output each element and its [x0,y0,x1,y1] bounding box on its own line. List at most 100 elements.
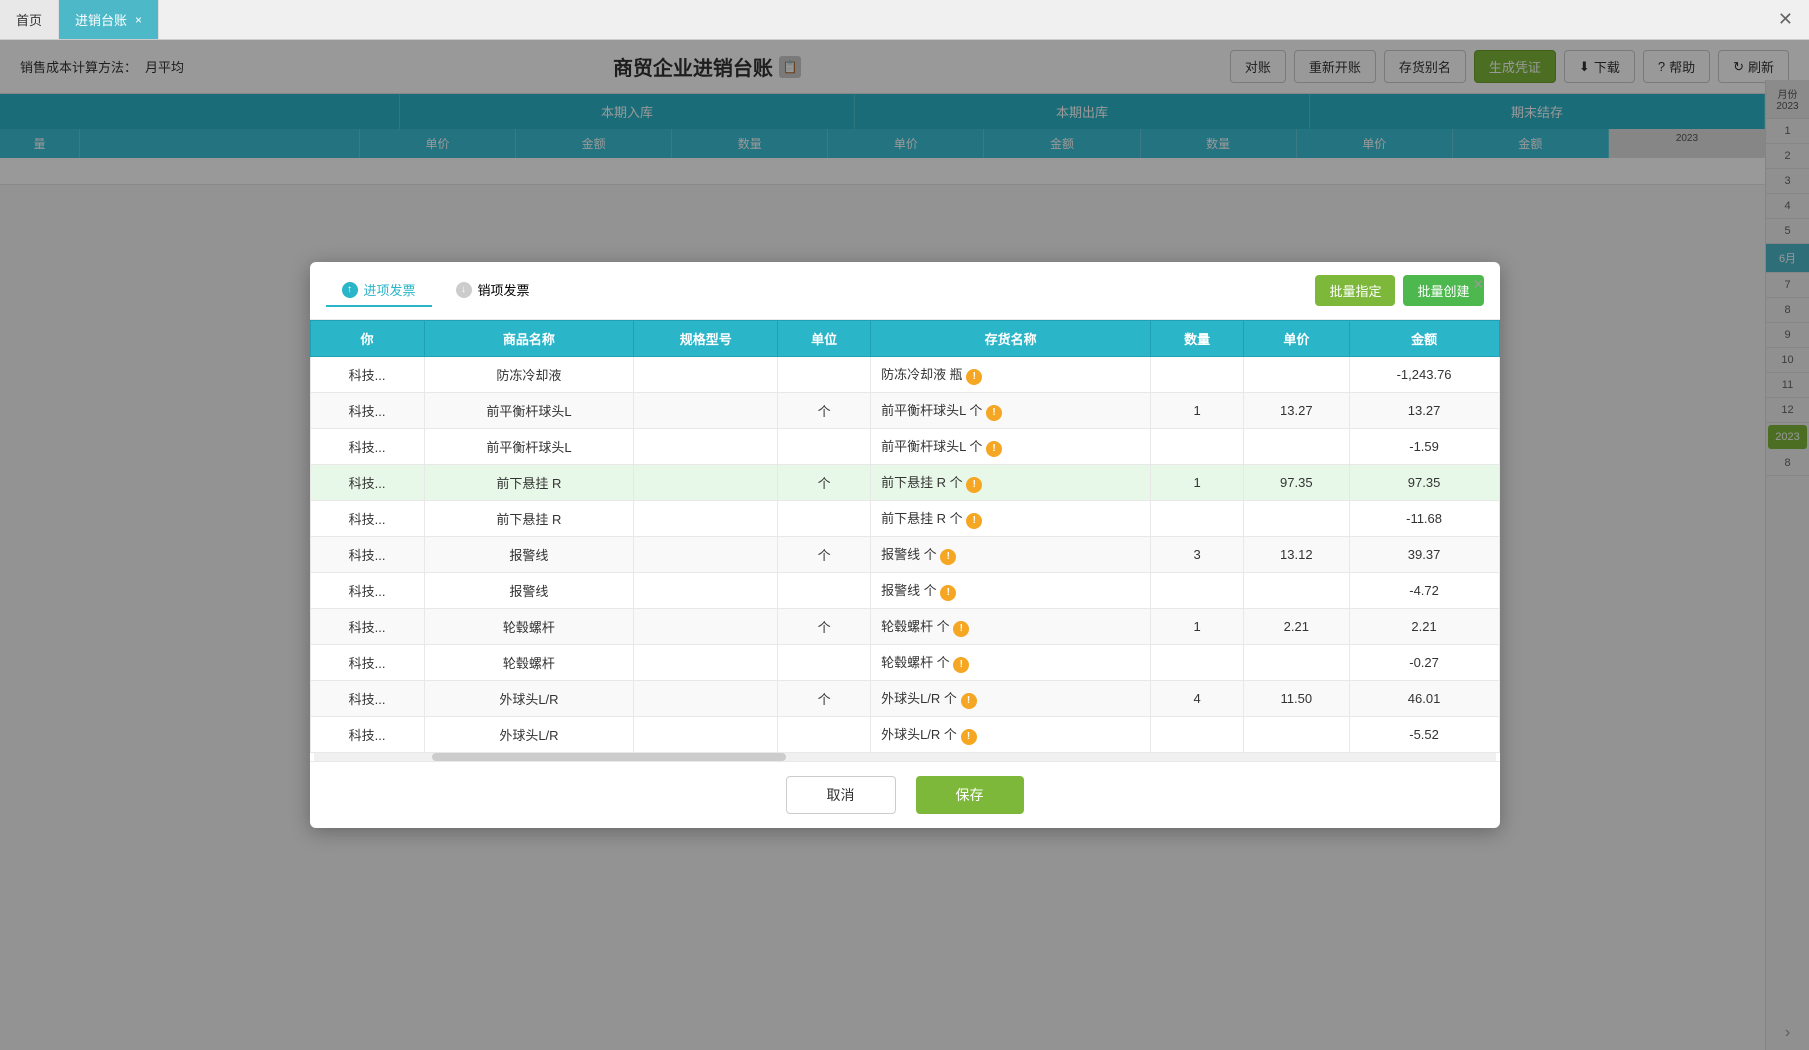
cell-inventory: 前平衡杆球头L 个 ! [871,393,1151,429]
cell-spec [634,573,778,609]
table-row[interactable]: 科技...轮毂螺杆个轮毂螺杆 个 !12.212.21 [310,609,1499,645]
cell-amount: -0.27 [1349,645,1499,681]
cell-qty [1151,429,1244,465]
table-row[interactable]: 科技...前下悬挂 R前下悬挂 R 个 !-11.68 [310,501,1499,537]
cell-inventory: 轮毂螺杆 个 ! [871,609,1151,645]
th-qty: 数量 [1151,321,1244,357]
purchase-tab-icon: ↑ [342,282,358,298]
cell-supplier: 科技... [310,537,424,573]
cell-unit [778,573,871,609]
tab-home[interactable]: 首页 [0,0,59,39]
modal-footer: 取消 保存 [310,761,1500,828]
table-row[interactable]: 科技...轮毂螺杆 轮毂螺杆 个 ! -0.27 [310,645,1499,681]
cell-price [1244,357,1350,393]
cell-unit [778,429,871,465]
modal-header: ↑ 进项发票 ↓ 销项发票 批量指定 批量创建 × [310,262,1500,320]
cell-unit: 个 [778,537,871,573]
cell-unit: 个 [778,393,871,429]
cell-qty: 1 [1151,609,1244,645]
table-row[interactable]: 科技...防冻冷却液防冻冷却液 瓶 !-1,243.76 [310,357,1499,393]
cell-amount: 97.35 [1349,465,1499,501]
modal-tab-purchase[interactable]: ↑ 进项发票 [326,274,432,307]
cell-inventory: 外球头L/R 个 ! [871,717,1151,753]
cell-spec [634,537,778,573]
cell-product: 防冻冷却液 [424,357,634,393]
th-inventory: 存货名称 [871,321,1151,357]
inventory-name: 报警线 个 [881,547,937,562]
tab-journal[interactable]: 进销台账 × [59,0,159,39]
cell-supplier: 科技... [310,573,424,609]
table-row[interactable]: 科技...前平衡杆球头L前平衡杆球头L 个 !-1.59 [310,429,1499,465]
table-row[interactable]: 科技...报警线个报警线 个 !313.1239.37 [310,537,1499,573]
cell-amount: 2.21 [1349,609,1499,645]
cell-unit [778,357,871,393]
main-content: 销售成本计算方法： 月平均 商贸企业进销台账 📋 对账 重新开账 存货别名 生成… [0,40,1809,1050]
scrollbar-thumb[interactable] [432,753,787,761]
cell-spec [634,645,778,681]
warn-icon: ! [953,657,969,673]
inventory-name: 前下悬挂 R 个 [881,475,963,490]
modal-close-button[interactable]: × [1473,274,1484,295]
sales-tab-label: 销项发票 [478,280,530,299]
cell-spec [634,393,778,429]
cell-price [1244,717,1350,753]
purchase-tab-label: 进项发票 [364,280,416,299]
table-row[interactable]: 科技...前平衡杆球头L个前平衡杆球头L 个 !113.2713.27 [310,393,1499,429]
warn-icon: ! [961,693,977,709]
cell-price [1244,573,1350,609]
save-button[interactable]: 保存 [916,776,1024,814]
table-row[interactable]: 科技...外球头L/R个外球头L/R 个 !411.5046.01 [310,681,1499,717]
cell-inventory: 前下悬挂 R 个 ! [871,501,1151,537]
cell-unit [778,717,871,753]
inventory-name: 外球头L/R 个 [881,727,957,742]
invoice-table: 你 商品名称 规格型号 单位 存货名称 数量 单价 金额 科技...防冻冷却液防… [310,320,1500,753]
cell-product: 报警线 [424,573,634,609]
tab-home-label: 首页 [16,10,42,29]
cell-amount: -5.52 [1349,717,1499,753]
inventory-name: 前平衡杆球头L 个 [881,439,982,454]
cell-supplier: 科技... [310,501,424,537]
cell-supplier: 科技... [310,465,424,501]
th-spec: 规格型号 [634,321,778,357]
inventory-name: 轮毂螺杆 个 [881,655,950,670]
modal-tab-sales[interactable]: ↓ 销项发票 [440,274,546,307]
cell-supplier: 科技... [310,357,424,393]
cell-price: 2.21 [1244,609,1350,645]
batch-create-button[interactable]: 批量创建 [1403,275,1483,306]
cell-product: 外球头L/R [424,717,634,753]
table-row[interactable]: 科技...前下悬挂 R个前下悬挂 R 个 !197.3597.35 [310,465,1499,501]
batch-assign-button[interactable]: 批量指定 [1315,275,1395,306]
cell-qty [1151,501,1244,537]
cell-product: 前下悬挂 R [424,465,634,501]
tab-journal-close[interactable]: × [135,13,142,27]
warn-icon: ! [966,369,982,385]
horizontal-scrollbar[interactable] [314,753,1496,761]
cell-supplier: 科技... [310,609,424,645]
cell-product: 轮毂螺杆 [424,645,634,681]
cell-unit: 个 [778,609,871,645]
modal-table-wrapper: 你 商品名称 规格型号 单位 存货名称 数量 单价 金额 科技...防冻冷却液防… [310,320,1500,753]
modal-dialog: ↑ 进项发票 ↓ 销项发票 批量指定 批量创建 × 你 [310,262,1500,828]
window-close-button[interactable]: ✕ [1762,0,1809,39]
cell-qty [1151,573,1244,609]
cancel-button[interactable]: 取消 [786,776,896,814]
warn-icon: ! [940,585,956,601]
cell-product: 前平衡杆球头L [424,429,634,465]
cell-inventory: 防冻冷却液 瓶 ! [871,357,1151,393]
sales-tab-icon: ↓ [456,282,472,298]
table-header-row: 你 商品名称 规格型号 单位 存货名称 数量 单价 金额 [310,321,1499,357]
cell-qty: 1 [1151,393,1244,429]
cell-amount: -4.72 [1349,573,1499,609]
th-supplier: 你 [310,321,424,357]
table-row[interactable]: 科技...外球头L/R外球头L/R 个 !-5.52 [310,717,1499,753]
cell-spec [634,501,778,537]
cell-inventory: 报警线 个 ! [871,573,1151,609]
cell-supplier: 科技... [310,681,424,717]
cell-supplier: 科技... [310,645,424,681]
inventory-name: 前下悬挂 R 个 [881,511,963,526]
cell-product: 前平衡杆球头L [424,393,634,429]
modal-actions: 批量指定 批量创建 [1315,275,1483,306]
warn-icon: ! [986,441,1002,457]
table-row[interactable]: 科技...报警线 报警线 个 ! -4.72 [310,573,1499,609]
cell-product: 前下悬挂 R [424,501,634,537]
